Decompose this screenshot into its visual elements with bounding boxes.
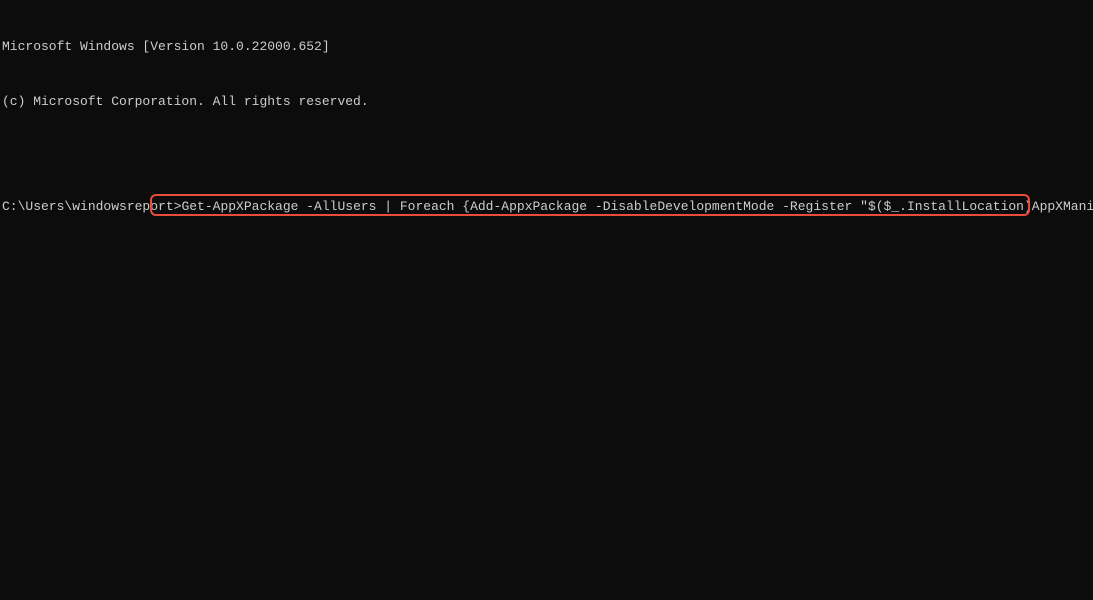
command-text: Get-AppXPackage -AllUsers | Foreach {Add… <box>181 198 1093 216</box>
command-line[interactable]: C:\Users\windowsreport>Get-AppXPackage -… <box>2 198 1093 216</box>
blank-line <box>2 148 1093 162</box>
copyright-line: (c) Microsoft Corporation. All rights re… <box>2 93 1093 111</box>
prompt-text: C:\Users\windowsreport> <box>2 198 181 216</box>
version-line: Microsoft Windows [Version 10.0.22000.65… <box>2 38 1093 56</box>
terminal-output[interactable]: Microsoft Windows [Version 10.0.22000.65… <box>0 2 1093 234</box>
